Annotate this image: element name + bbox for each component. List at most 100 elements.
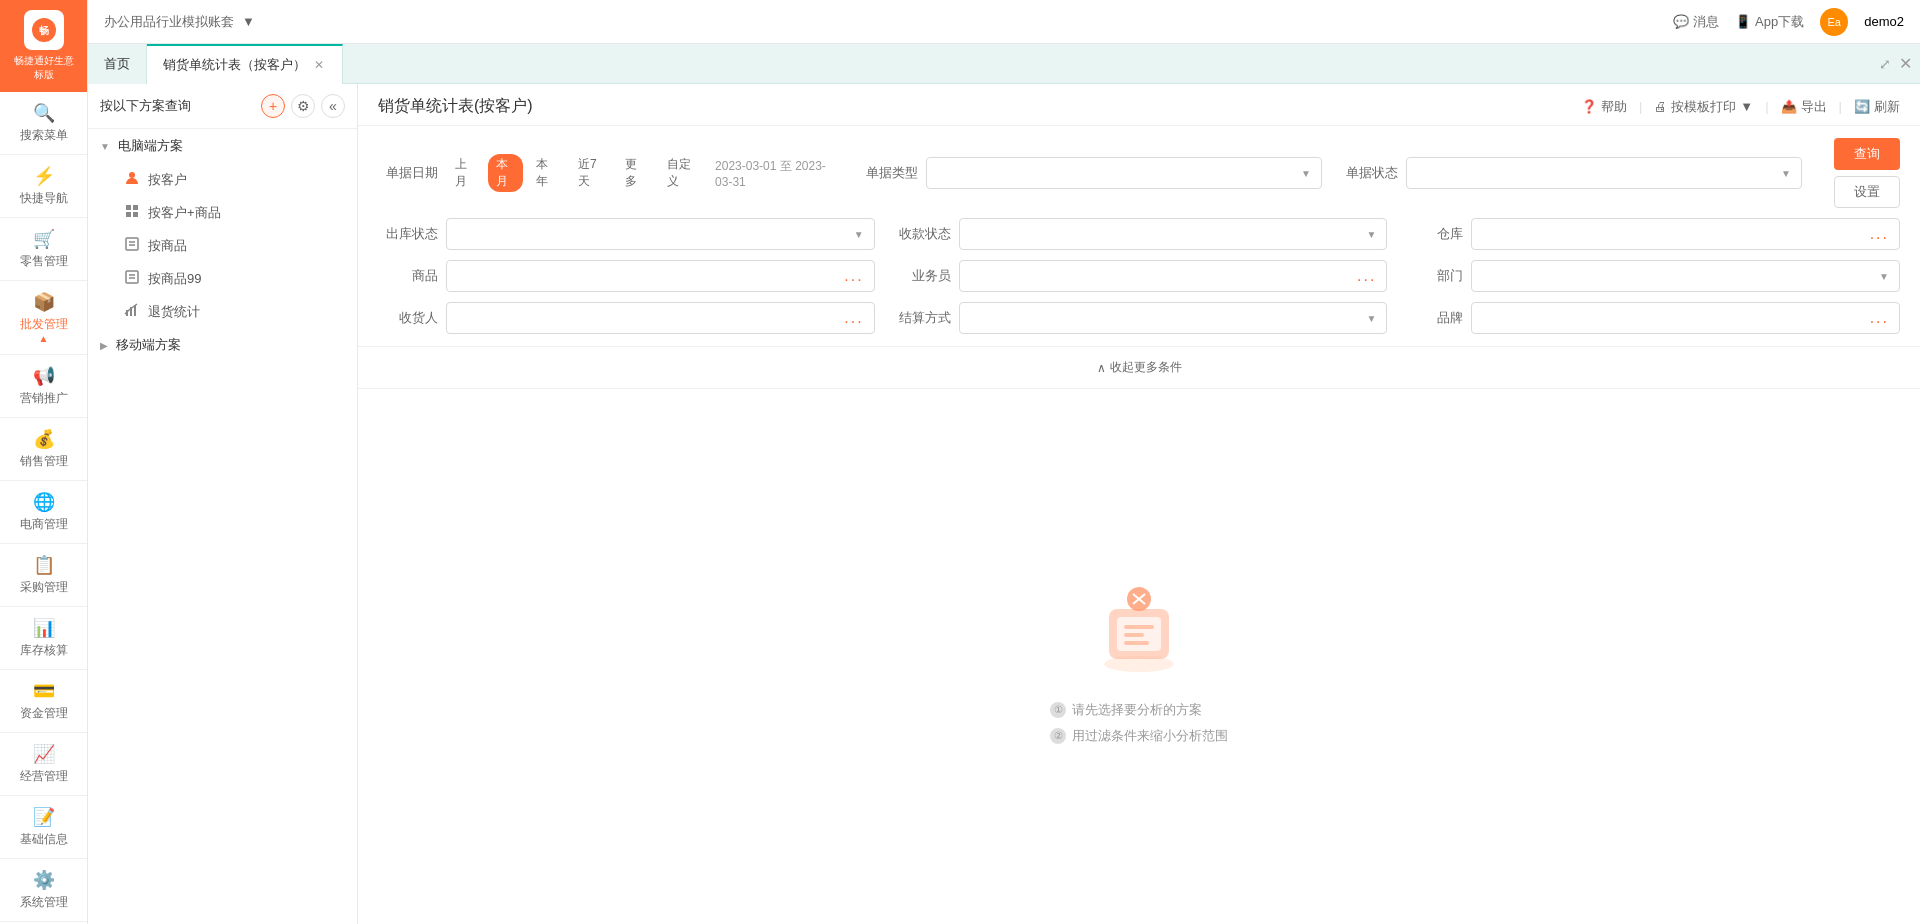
sidebar-item-search[interactable]: 🔍 搜索菜单 (0, 92, 87, 155)
warehouse-input[interactable]: ... (1471, 218, 1900, 250)
salesperson-label: 业务员 (891, 267, 951, 285)
export-btn[interactable]: 📤 导出 (1781, 98, 1827, 116)
salesperson-col: 业务员 ... (891, 260, 1388, 292)
scheme-refund-stat[interactable]: 退货统计 (88, 295, 357, 328)
scheme-by-product-99[interactable]: 按商品99 (88, 262, 357, 295)
export-icon: 📤 (1781, 99, 1797, 114)
app-download-label: App下载 (1755, 13, 1804, 31)
tab-close-icon[interactable]: ✕ (312, 56, 326, 74)
message-icon: 💬 (1673, 14, 1689, 29)
date-btn-custom[interactable]: 自定义 (658, 153, 705, 193)
tab-bar: 首页 销货单统计表（按客户） ✕ ⤢ ✕ (88, 44, 1920, 84)
page-header: 销货单统计表(按客户) ❓ 帮助 | 🖨 按模板打印 ▼ | 📤 (358, 84, 1920, 126)
empty-tips: ① 请先选择要分析的方案 ② 用过滤条件来缩小分析范围 (1050, 701, 1228, 745)
tab-home[interactable]: 首页 (88, 44, 147, 84)
sidebar-item-marketing[interactable]: 📢 营销推广 (0, 355, 87, 418)
settings-btn[interactable]: 设置 (1834, 176, 1900, 208)
department-select[interactable]: ▼ (1471, 260, 1900, 292)
logo-icon: 畅 (24, 10, 64, 50)
message-label: 消息 (1693, 13, 1719, 31)
print-dropdown-icon: ▼ (1740, 99, 1753, 114)
tip-text-1: 请先选择要分析的方案 (1072, 701, 1202, 719)
print-btn[interactable]: 🖨 按模板打印 ▼ (1654, 98, 1753, 116)
date-quick-btns: 上月 本月 本年 近7天 更多 自定义 (446, 153, 705, 193)
filter-row-4: 收货人 ... 结算方式 ▼ 品牌 (378, 302, 1900, 334)
sidebar-item-system[interactable]: ⚙️ 系统管理 (0, 859, 87, 922)
print-label: 按模板打印 (1671, 98, 1736, 116)
sidebar-item-wholesale[interactable]: 📦 批发管理 ▲ (0, 281, 87, 355)
scheme-by-product[interactable]: 按商品 (88, 229, 357, 262)
app-version: 标版 (34, 68, 54, 82)
date-group: 上月 本月 本年 近7天 更多 自定义 2023-03-01 至 2023-03… (446, 153, 842, 193)
warehouse-col: 仓库 ... (1403, 218, 1900, 250)
collapse-panel-btn[interactable]: « (321, 94, 345, 118)
payment-status-select[interactable]: ▼ (959, 218, 1388, 250)
department-arrow-icon: ▼ (1879, 271, 1889, 282)
add-scheme-btn[interactable]: + (261, 94, 285, 118)
receiver-input[interactable]: ... (446, 302, 875, 334)
out-status-arrow-icon: ▼ (854, 229, 864, 240)
sidebar-item-finance[interactable]: 💳 资金管理 (0, 670, 87, 733)
sidebar-item-ecommerce[interactable]: 🌐 电商管理 (0, 481, 87, 544)
sidebar-item-basic[interactable]: 📝 基础信息 (0, 796, 87, 859)
user-avatar[interactable]: Ea (1820, 8, 1848, 36)
scheme-settings-btn[interactable]: ⚙ (291, 94, 315, 118)
settlement-col: 结算方式 ▼ (891, 302, 1388, 334)
sidebar-item-quick[interactable]: ⚡ 快捷导航 (0, 155, 87, 218)
salesperson-input[interactable]: ... (959, 260, 1388, 292)
settlement-select[interactable]: ▼ (959, 302, 1388, 334)
sidebar-item-sales[interactable]: 💰 销售管理 (0, 418, 87, 481)
product-input[interactable]: ... (446, 260, 875, 292)
date-btn-thismonth[interactable]: 本月 (488, 154, 524, 192)
tab-close-window-icon[interactable]: ✕ (1899, 54, 1912, 73)
sales-stat-tab-label: 销货单统计表（按客户） (163, 56, 306, 74)
filter-area: 单据日期 上月 本月 本年 近7天 更多 自定义 2023-03-01 至 20… (358, 126, 1920, 347)
divider1: | (1639, 99, 1642, 114)
filter-row-2: 出库状态 ▼ 收款状态 ▼ 仓库 (378, 218, 1900, 250)
sidebar-item-inventory[interactable]: 📊 库存核算 (0, 607, 87, 670)
right-panel: 销货单统计表(按客户) ❓ 帮助 | 🖨 按模板打印 ▼ | 📤 (358, 84, 1920, 924)
refresh-btn[interactable]: 🔄 刷新 (1854, 98, 1900, 116)
scheme-by-customer-product[interactable]: 按客户+商品 (88, 196, 357, 229)
date-btn-more[interactable]: 更多 (616, 153, 654, 193)
warehouse-dots-icon: ... (1870, 225, 1889, 243)
app-name: 畅捷通好生意 (14, 54, 74, 68)
date-btn-thisyear[interactable]: 本年 (527, 153, 565, 193)
dropdown-arrow-icon[interactable]: ▼ (242, 14, 255, 29)
order-status-select[interactable]: ▼ (1406, 157, 1802, 189)
date-btn-lastmonth[interactable]: 上月 (446, 153, 484, 193)
help-btn[interactable]: ❓ 帮助 (1581, 98, 1627, 116)
scheme-by-customer[interactable]: 按客户 (88, 163, 357, 196)
ecommerce-icon: 🌐 (33, 491, 55, 513)
sidebar-item-purchase[interactable]: 📋 采购管理 (0, 544, 87, 607)
tab-maximize-icon[interactable]: ⤢ (1879, 56, 1891, 72)
brand-input[interactable]: ... (1471, 302, 1900, 334)
query-btn[interactable]: 查询 (1834, 138, 1900, 170)
mobile-scheme-section[interactable]: ▶ 移动端方案 (88, 328, 357, 362)
scheme-by-customer-product-label: 按客户+商品 (148, 204, 221, 222)
help-label: 帮助 (1601, 98, 1627, 116)
scheme-refund-stat-label: 退货统计 (148, 303, 200, 321)
order-type-select[interactable]: ▼ (926, 157, 1322, 189)
sidebar-item-sales-label: 销售管理 (20, 453, 68, 470)
mobile-section-chevron-icon: ▶ (100, 340, 108, 351)
tip-num-1: ① (1050, 702, 1066, 718)
sidebar-item-retail[interactable]: 🛒 零售管理 (0, 218, 87, 281)
home-tab-label: 首页 (104, 55, 130, 73)
sidebar-item-system-label: 系统管理 (20, 894, 68, 911)
collapse-filters-btn[interactable]: ∧ 收起更多条件 (1085, 355, 1194, 380)
date-filter-col: 单据日期 上月 本月 本年 近7天 更多 自定义 2023-03-01 至 20… (378, 153, 842, 193)
header-left: 办公用品行业模拟账套 ▼ (104, 13, 255, 31)
order-type-arrow-icon: ▼ (1301, 168, 1311, 179)
purchase-icon: 📋 (33, 554, 55, 576)
app-download-btn[interactable]: 📱 App下载 (1735, 13, 1804, 31)
message-btn[interactable]: 💬 消息 (1673, 13, 1719, 31)
date-btn-7days[interactable]: 近7天 (569, 153, 612, 193)
tab-sales-stat[interactable]: 销货单统计表（按客户） ✕ (147, 44, 343, 84)
scheme-by-product-label: 按商品 (148, 237, 187, 255)
desktop-scheme-section[interactable]: ▼ 电脑端方案 (88, 129, 357, 163)
sidebar-item-operations[interactable]: 📈 经营管理 (0, 733, 87, 796)
tip-text-2: 用过滤条件来缩小分析范围 (1072, 727, 1228, 745)
out-status-select[interactable]: ▼ (446, 218, 875, 250)
app-logo: 畅 畅捷通好生意 标版 (0, 0, 88, 92)
